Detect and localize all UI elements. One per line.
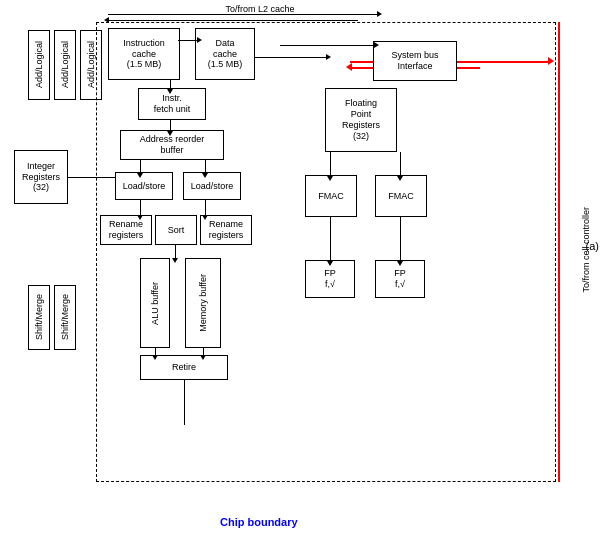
l2-arrow-left xyxy=(108,20,358,21)
conn-ls2-rename2 xyxy=(205,200,206,216)
conn-fp-fmac1 xyxy=(330,152,331,177)
conn-addr-ls1 xyxy=(140,160,141,174)
shift-merge-1-box: Shift/Merge xyxy=(28,285,50,350)
diagram: { "title": "CPU Architecture Diagram", "… xyxy=(0,0,611,542)
conn-dcache-fp xyxy=(255,57,327,58)
conn-fmac2-sqrt2 xyxy=(400,217,401,262)
shift-merge-2-box: Shift/Merge xyxy=(54,285,76,350)
conn-to-sysbus xyxy=(280,45,375,46)
integer-registers-box: Integer Registers (32) xyxy=(14,150,68,204)
conn-sort-down xyxy=(175,245,176,259)
conn-fp-fmac2 xyxy=(400,152,401,177)
add-logical-2-box: Add/Logical xyxy=(54,30,76,100)
conn-icache-fetch xyxy=(170,80,171,90)
a-label: (a) xyxy=(586,240,599,253)
conn-fetch-addr xyxy=(170,120,171,132)
conn-mem-retire xyxy=(203,348,204,356)
conn-alu-retire xyxy=(155,348,156,356)
chip-boundary-label: Chip boundary xyxy=(220,516,298,528)
conn-ls1-rename1 xyxy=(140,200,141,216)
chip-boundary-box xyxy=(96,22,556,482)
l2-arrow-right xyxy=(108,14,378,15)
conn-retire-bottom xyxy=(184,380,185,425)
conn-icache-dcache xyxy=(178,40,198,41)
conn-fmac1-sqrt1 xyxy=(330,217,331,262)
conn-addr-ls2 xyxy=(205,160,206,174)
add-logical-1-box: Add/Logical xyxy=(28,30,50,100)
red-vertical-line xyxy=(558,22,560,482)
conn-intreg-ls xyxy=(68,177,116,178)
